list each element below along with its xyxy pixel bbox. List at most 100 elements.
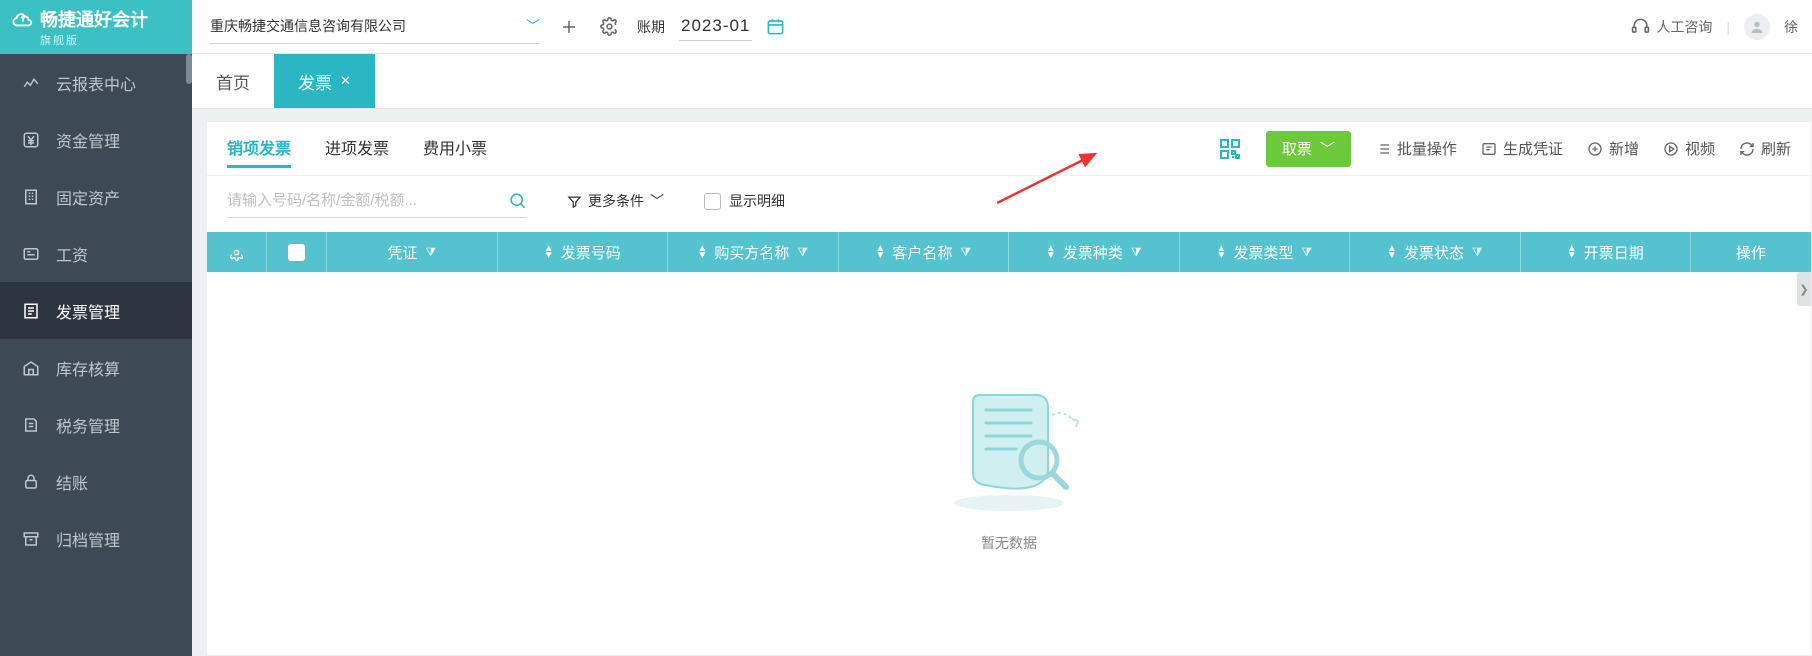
sort-icon: ▲▼ bbox=[544, 245, 554, 259]
period-value[interactable]: 2023-01 bbox=[679, 12, 752, 41]
filter-icon: ⧩ bbox=[1301, 245, 1312, 260]
sidebar-item-label: 资金管理 bbox=[56, 128, 120, 152]
sidebar-item-label: 税务管理 bbox=[56, 413, 120, 437]
company-name: 重庆畅捷交通信息咨询有限公司 bbox=[210, 16, 406, 36]
play-circle-icon bbox=[1663, 141, 1679, 157]
archive-icon bbox=[22, 530, 42, 548]
sidebar-item-tax[interactable]: 税务管理 bbox=[0, 396, 192, 453]
checkbox-box bbox=[704, 193, 721, 210]
brand-logo: 畅捷通好会计 旗舰版 bbox=[0, 0, 192, 54]
top-bar: 畅捷通好会计 旗舰版 重庆畅捷交通信息咨询有限公司 ﹀ 账期 2023-01 人… bbox=[0, 0, 1812, 54]
show-detail-checkbox[interactable]: 显示明细 bbox=[704, 191, 785, 211]
period-label: 账期 bbox=[637, 17, 665, 37]
calendar-icon[interactable] bbox=[766, 17, 785, 36]
table-header: 凭证⧩ ▲▼发票号码 ▲▼购买方名称⧩ ▲▼客户名称⧩ ▲▼发票种类⧩ ▲▼发票… bbox=[207, 232, 1811, 272]
sort-icon: ▲▼ bbox=[1567, 245, 1577, 259]
plus-circle-icon bbox=[1587, 141, 1603, 157]
invoice-tab-expense[interactable]: 费用小票 bbox=[423, 129, 487, 168]
user-short: 徐 bbox=[1784, 17, 1798, 37]
search-input-wrap bbox=[227, 184, 527, 218]
filter-icon bbox=[567, 194, 582, 209]
invoice-panel: ❯ 销项发票 进项发票 费用小票 取票 ﹀ bbox=[206, 121, 1812, 656]
sidebar-item-archive[interactable]: 归档管理 bbox=[0, 510, 192, 567]
yen-icon bbox=[22, 131, 42, 149]
more-conditions-button[interactable]: 更多条件 ﹀ bbox=[567, 191, 664, 211]
fetch-invoice-button[interactable]: 取票 ﹀ bbox=[1266, 131, 1351, 167]
sidebar-item-reports[interactable]: 云报表中心 bbox=[0, 54, 192, 111]
empty-text: 暂无数据 bbox=[981, 533, 1037, 553]
gen-voucher-button[interactable]: 生成凭证 bbox=[1481, 138, 1563, 159]
empty-state: 暂无数据 bbox=[207, 272, 1811, 655]
gear-icon[interactable] bbox=[600, 17, 619, 36]
close-icon[interactable]: ✕ bbox=[340, 73, 351, 89]
sidebar: 云报表中心 资金管理 固定资产 工资 发票管理 库存核算 税务管理 结账 bbox=[0, 54, 192, 656]
sidebar-item-assets[interactable]: 固定资产 bbox=[0, 168, 192, 225]
refresh-icon bbox=[1739, 141, 1755, 157]
brand-edition: 旗舰版 bbox=[40, 32, 192, 48]
separator: | bbox=[1726, 19, 1730, 35]
search-icon[interactable] bbox=[508, 191, 527, 210]
invoice-toolbar: 销项发票 进项发票 费用小票 取票 ﹀ 批量操作 bbox=[207, 122, 1811, 176]
sidebar-item-invoice[interactable]: 发票管理 bbox=[0, 282, 192, 339]
sidebar-item-inventory[interactable]: 库存核算 bbox=[0, 339, 192, 396]
column-ops: 操作 bbox=[1691, 232, 1811, 272]
sort-icon: ▲▼ bbox=[1046, 245, 1056, 259]
tab-invoice[interactable]: 发票 ✕ bbox=[274, 54, 375, 108]
sidebar-item-label: 库存核算 bbox=[56, 356, 120, 380]
filter-bar: 更多条件 ﹀ 显示明细 bbox=[207, 176, 1811, 226]
avatar[interactable] bbox=[1744, 14, 1770, 40]
column-select-all[interactable] bbox=[267, 232, 327, 272]
company-selector[interactable]: 重庆畅捷交通信息咨询有限公司 ﹀ bbox=[210, 10, 540, 44]
refresh-button[interactable]: 刷新 bbox=[1739, 138, 1791, 159]
tab-label: 首页 bbox=[216, 69, 250, 94]
batch-ops-button[interactable]: 批量操作 bbox=[1375, 138, 1457, 159]
cloud-icon bbox=[12, 8, 34, 30]
chevron-down-icon: ﹀ bbox=[1320, 138, 1335, 159]
chevron-down-icon: ﹀ bbox=[650, 191, 664, 211]
list-icon bbox=[1375, 141, 1391, 157]
invoice-tab-purchase[interactable]: 进项发票 bbox=[325, 129, 389, 168]
filter-icon: ⧩ bbox=[960, 245, 971, 260]
column-status[interactable]: ▲▼发票状态⧩ bbox=[1350, 232, 1521, 272]
video-button[interactable]: 视频 bbox=[1663, 138, 1715, 159]
button-label: 取票 bbox=[1282, 138, 1312, 159]
lock-icon bbox=[22, 473, 42, 491]
support-button[interactable]: 人工咨询 bbox=[1631, 17, 1712, 37]
sidebar-item-funds[interactable]: 资金管理 bbox=[0, 111, 192, 168]
building-icon bbox=[22, 188, 42, 206]
invoice-tab-sales[interactable]: 销项发票 bbox=[227, 129, 291, 168]
plus-icon[interactable] bbox=[560, 18, 578, 36]
column-date[interactable]: ▲▼开票日期 bbox=[1521, 232, 1692, 272]
sidebar-item-label: 发票管理 bbox=[56, 299, 120, 323]
column-type[interactable]: ▲▼发票类型⧩ bbox=[1180, 232, 1351, 272]
sidebar-item-closing[interactable]: 结账 bbox=[0, 453, 192, 510]
voucher-icon bbox=[1481, 141, 1497, 157]
sidebar-item-label: 云报表中心 bbox=[56, 71, 136, 95]
add-button[interactable]: 新增 bbox=[1587, 138, 1639, 159]
column-buyer[interactable]: ▲▼购买方名称⧩ bbox=[668, 232, 839, 272]
column-settings[interactable] bbox=[207, 232, 267, 272]
support-label: 人工咨询 bbox=[1656, 17, 1712, 37]
qrcode-icon[interactable] bbox=[1218, 137, 1242, 161]
invoice-icon bbox=[22, 302, 42, 320]
sidebar-item-salary[interactable]: 工资 bbox=[0, 225, 192, 282]
sort-icon: ▲▼ bbox=[1216, 245, 1226, 259]
sidebar-item-label: 工资 bbox=[56, 242, 88, 266]
headset-icon bbox=[1631, 17, 1650, 36]
tax-icon bbox=[22, 416, 42, 434]
filter-icon: ⧩ bbox=[797, 245, 808, 260]
search-input[interactable] bbox=[227, 192, 508, 209]
column-voucher[interactable]: 凭证⧩ bbox=[327, 232, 498, 272]
column-number[interactable]: ▲▼发票号码 bbox=[498, 232, 669, 272]
tab-home[interactable]: 首页 bbox=[192, 54, 274, 108]
tab-label: 发票 bbox=[298, 69, 332, 94]
warehouse-icon bbox=[22, 359, 42, 377]
column-kind[interactable]: ▲▼发票种类⧩ bbox=[1009, 232, 1180, 272]
filter-icon: ⧩ bbox=[1131, 245, 1142, 260]
main-area: 首页 发票 ✕ ❯ 销项发票 进项发票 费用小票 bbox=[192, 54, 1812, 656]
sidebar-item-label: 归档管理 bbox=[56, 527, 120, 551]
column-customer[interactable]: ▲▼客户名称⧩ bbox=[839, 232, 1010, 272]
chart-icon bbox=[22, 74, 42, 92]
sort-icon: ▲▼ bbox=[875, 245, 885, 259]
sidebar-item-label: 固定资产 bbox=[56, 185, 120, 209]
